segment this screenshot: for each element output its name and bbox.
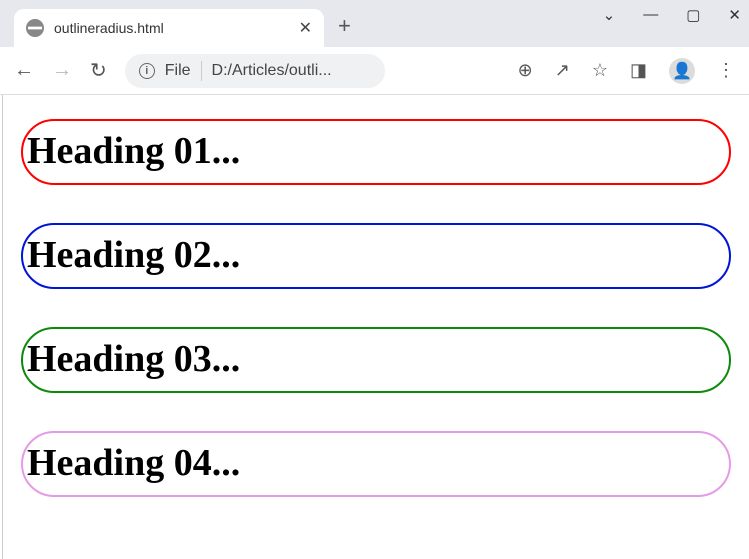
- window-close-icon[interactable]: ✕: [728, 6, 741, 24]
- back-button[interactable]: ←: [14, 59, 34, 82]
- heading-text: Heading 03...: [27, 337, 723, 381]
- browser-tab[interactable]: outlineradius.html ✕: [14, 9, 324, 47]
- heading-pill-4: Heading 04...: [21, 431, 731, 497]
- share-icon[interactable]: ↗: [555, 60, 570, 81]
- heading-pill-2: Heading 02...: [21, 223, 731, 289]
- window-minimize-icon[interactable]: —: [643, 6, 658, 24]
- heading-pill-3: Heading 03...: [21, 327, 731, 393]
- window-maximize-icon[interactable]: ▢: [686, 6, 700, 24]
- globe-icon: [26, 19, 44, 37]
- heading-text: Heading 02...: [27, 233, 723, 277]
- tab-title: outlineradius.html: [54, 20, 289, 36]
- divider: [201, 61, 202, 81]
- bookmark-icon[interactable]: ☆: [592, 60, 608, 81]
- reload-button[interactable]: ↻: [90, 58, 107, 83]
- new-tab-button[interactable]: +: [338, 13, 351, 39]
- menu-icon[interactable]: ⋮: [717, 60, 735, 81]
- window-dropdown-icon[interactable]: ⌄: [603, 6, 616, 24]
- page-content: Heading 01... Heading 02... Heading 03... H…: [2, 95, 749, 559]
- profile-avatar[interactable]: 👤: [669, 58, 695, 84]
- install-icon[interactable]: ◨: [630, 60, 647, 81]
- forward-button[interactable]: →: [52, 59, 72, 82]
- close-tab-icon[interactable]: ✕: [299, 18, 312, 38]
- file-label: File: [165, 62, 191, 80]
- browser-titlebar: outlineradius.html ✕ + ⌄ — ▢ ✕: [0, 0, 749, 47]
- heading-text: Heading 04...: [27, 441, 723, 485]
- url-path: D:/Articles/outli...: [212, 62, 332, 80]
- window-controls: ⌄ — ▢ ✕: [603, 6, 741, 24]
- heading-pill-1: Heading 01...: [21, 119, 731, 185]
- toolbar-actions: ⊕ ↗ ☆ ◨ 👤 ⋮: [518, 58, 735, 84]
- heading-text: Heading 01...: [27, 129, 723, 173]
- zoom-icon[interactable]: ⊕: [518, 60, 533, 81]
- browser-toolbar: ← → ↻ i File D:/Articles/outli... ⊕ ↗ ☆ …: [0, 47, 749, 95]
- address-bar[interactable]: i File D:/Articles/outli...: [125, 54, 385, 88]
- info-icon[interactable]: i: [139, 63, 155, 79]
